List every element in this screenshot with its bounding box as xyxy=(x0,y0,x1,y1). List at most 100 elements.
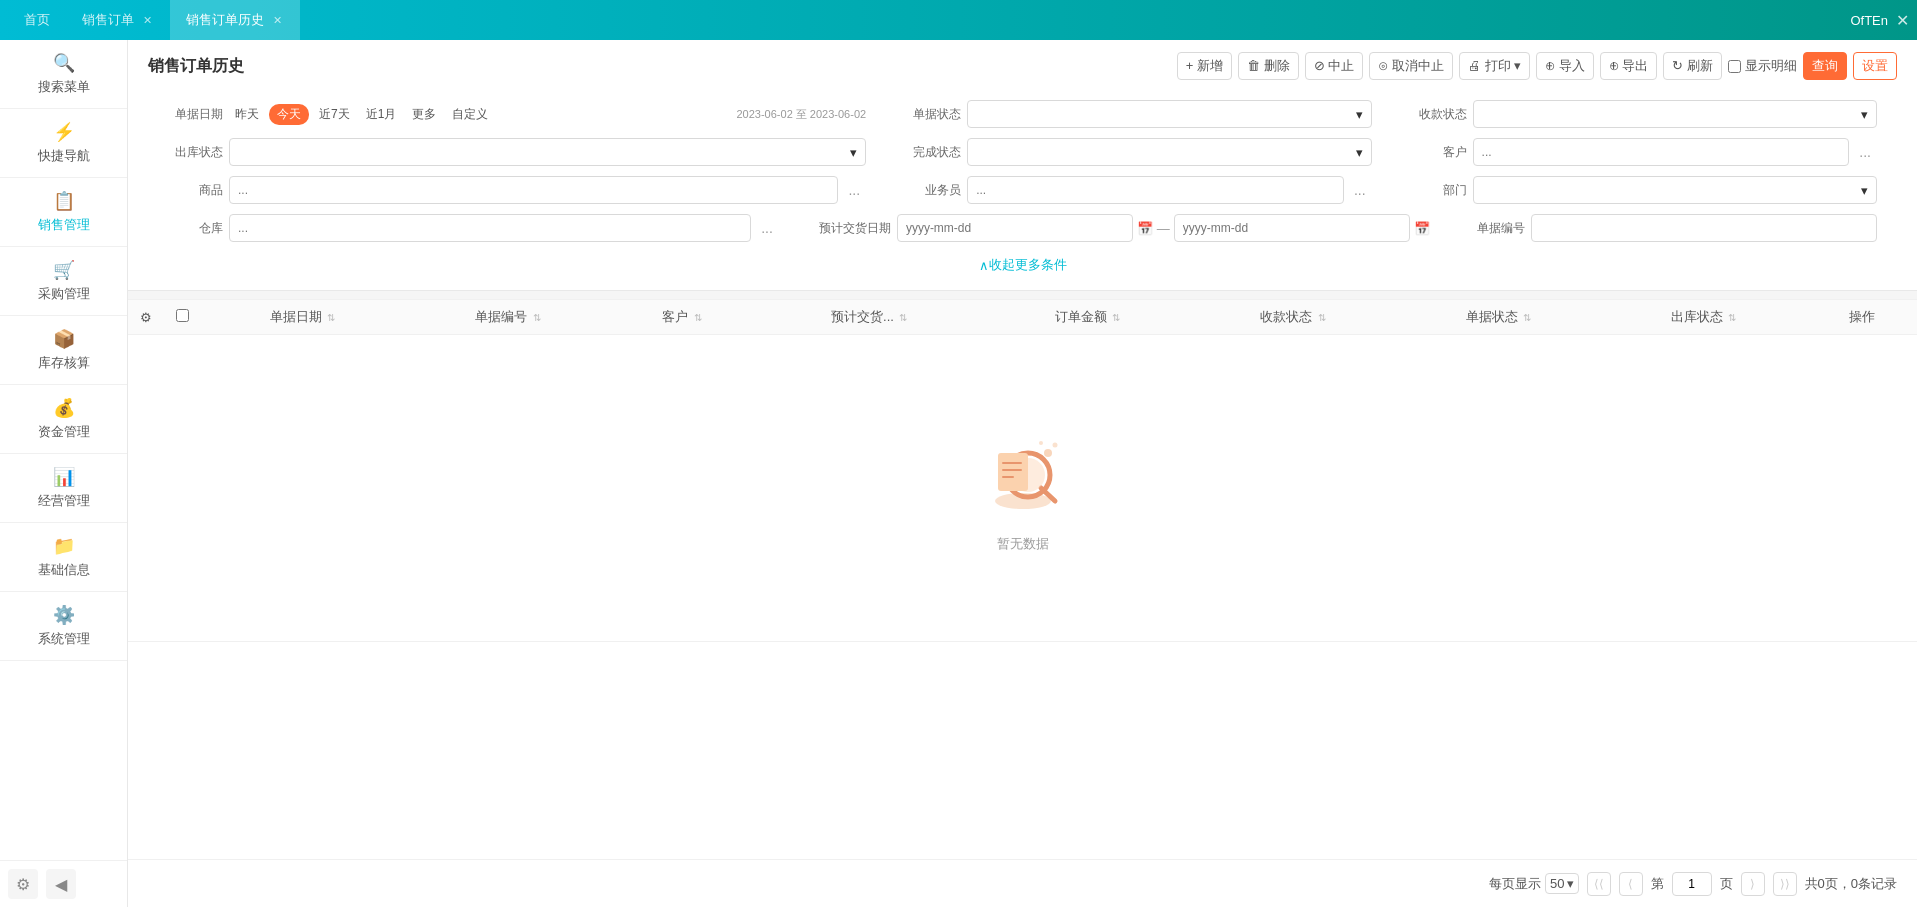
table-container: ⚙ 单据日期 ⇅ 单据编号 ⇅ xyxy=(128,299,1917,859)
col-customer[interactable]: 客户 ⇅ xyxy=(611,300,754,335)
order-status-label: 单据状态 xyxy=(906,106,961,123)
sidebar-item-basic-info[interactable]: 📁 基础信息 xyxy=(0,523,127,592)
export-button[interactable]: ⊕ 导出 xyxy=(1600,52,1658,80)
date-filter-label: 单据日期 xyxy=(168,106,223,123)
sidebar-item-quick-nav[interactable]: ⚡ 快捷导航 xyxy=(0,109,127,178)
payment-status-select[interactable]: ▾ xyxy=(1473,100,1877,128)
show-detail-label[interactable]: 显示明细 xyxy=(1728,57,1797,75)
order-status-select[interactable]: ▾ xyxy=(967,100,1371,128)
tab-sales-order-history-label: 销售订单历史 xyxy=(186,11,264,29)
col-actions-label: 操作 xyxy=(1849,309,1875,324)
customer-ellipsis[interactable]: ... xyxy=(1853,144,1877,160)
delivery-end-date[interactable] xyxy=(1174,214,1410,242)
pagination-bar: 每页显示 50 ▾ ⟨⟨ ⟨ 第 页 ⟩ ⟩⟩ 共0页，0条记录 xyxy=(128,859,1917,907)
import-button[interactable]: ⊕ 导入 xyxy=(1536,52,1594,80)
table-settings-col[interactable]: ⚙ xyxy=(128,300,164,335)
department-select[interactable]: ▾ xyxy=(1473,176,1877,204)
page-title-row: 销售订单历史 + 新增 🗑 删除 ⊘ 中止 ⊙ 取消中止 🖨 xyxy=(148,52,1897,80)
tab-home[interactable]: 首页 xyxy=(8,0,66,40)
product-input[interactable] xyxy=(229,176,838,204)
delete-button-label: 🗑 删除 xyxy=(1247,57,1290,75)
pager-prev-btn[interactable]: ⟨ xyxy=(1619,872,1643,896)
tab-sales-order[interactable]: 销售订单 ✕ xyxy=(66,0,170,40)
tabs-area: 首页 销售订单 ✕ 销售订单历史 ✕ xyxy=(8,0,300,40)
filter-order-number: 单据编号 xyxy=(1470,214,1877,242)
salesperson-ellipsis[interactable]: ... xyxy=(1348,182,1372,198)
sidebar-item-purchase-mgmt[interactable]: 🛒 采购管理 xyxy=(0,247,127,316)
order-number-input[interactable] xyxy=(1531,214,1877,242)
table-checkbox-col[interactable] xyxy=(164,300,200,335)
tab-sales-order-label: 销售订单 xyxy=(82,11,134,29)
print-button[interactable]: 🖨 打印 ▾ xyxy=(1459,52,1530,80)
sidebar-settings-btn[interactable]: ⚙ xyxy=(8,869,38,899)
sidebar-item-finance[interactable]: 💰 资金管理 xyxy=(0,385,127,454)
finance-icon: 💰 xyxy=(53,397,75,419)
sidebar-item-sys-mgmt[interactable]: ⚙️ 系统管理 xyxy=(0,592,127,661)
page-number-input[interactable] xyxy=(1672,872,1712,896)
sidebar-item-search-menu[interactable]: 🔍 搜索菜单 xyxy=(0,40,127,109)
calendar-end-icon[interactable]: 📅 xyxy=(1414,221,1430,236)
delivery-status-label: 出库状态 xyxy=(168,144,223,161)
select-all-checkbox[interactable] xyxy=(176,309,189,322)
collapse-row[interactable]: ∧ 收起更多条件 xyxy=(168,252,1877,278)
settings-button[interactable]: 设置 xyxy=(1853,52,1897,80)
table-settings-icon[interactable]: ⚙ xyxy=(140,310,152,325)
date-btn-7days[interactable]: 近7天 xyxy=(313,104,356,125)
cancel-stop-button-label: ⊙ 取消中止 xyxy=(1378,57,1444,75)
sidebar-item-sales-mgmt[interactable]: 📋 销售管理 xyxy=(0,178,127,247)
page-size-label: 每页显示 xyxy=(1489,875,1541,893)
tab-sales-order-history[interactable]: 销售订单历史 ✕ xyxy=(170,0,300,40)
product-control: ... xyxy=(229,176,866,204)
tab-sales-order-close[interactable]: ✕ xyxy=(140,13,154,27)
product-ellipsis[interactable]: ... xyxy=(842,182,866,198)
window-close-btn[interactable]: ✕ xyxy=(1896,11,1909,30)
department-control: ▾ xyxy=(1473,176,1877,204)
col-delivery-status[interactable]: 出库状态 ⇅ xyxy=(1601,300,1806,335)
pager-next-btn[interactable]: ⟩ xyxy=(1741,872,1765,896)
date-btn-more[interactable]: 更多 xyxy=(406,104,442,125)
col-payment-status[interactable]: 收款状态 ⇅ xyxy=(1190,300,1395,335)
page-header: 销售订单历史 + 新增 🗑 删除 ⊘ 中止 ⊙ 取消中止 🖨 xyxy=(128,40,1917,291)
show-detail-checkbox[interactable] xyxy=(1728,60,1741,73)
sidebar-item-basic-info-label: 基础信息 xyxy=(38,561,90,579)
col-order-number[interactable]: 单据编号 ⇅ xyxy=(405,300,610,335)
calendar-start-icon[interactable]: 📅 xyxy=(1137,221,1153,236)
col-expected-delivery[interactable]: 预计交货... ⇅ xyxy=(753,300,984,335)
query-button[interactable]: 查询 xyxy=(1803,52,1847,80)
date-btn-yesterday[interactable]: 昨天 xyxy=(229,104,265,125)
salesperson-input[interactable] xyxy=(967,176,1344,204)
filter-payment-status: 收款状态 ▾ xyxy=(1412,100,1877,128)
filter-date: 单据日期 昨天 今天 近7天 近1月 更多 自定义 2023-06-02 至 2… xyxy=(168,104,866,125)
delivery-status-select[interactable]: ▾ xyxy=(229,138,866,166)
date-range-text: 2023-06-02 至 2023-06-02 xyxy=(736,107,866,122)
filter-warehouse: 仓库 ... xyxy=(168,214,779,242)
col-order-status[interactable]: 单据状态 ⇅ xyxy=(1396,300,1601,335)
cancel-stop-button[interactable]: ⊙ 取消中止 xyxy=(1369,52,1453,80)
stop-button[interactable]: ⊘ 中止 xyxy=(1305,52,1364,80)
refresh-button[interactable]: ↻ 刷新 xyxy=(1663,52,1722,80)
col-order-status-label: 单据状态 xyxy=(1466,309,1518,324)
new-button[interactable]: + 新增 xyxy=(1177,52,1232,80)
delivery-start-date[interactable] xyxy=(897,214,1133,242)
completion-status-label: 完成状态 xyxy=(906,144,961,161)
pager-last-btn[interactable]: ⟩⟩ xyxy=(1773,872,1797,896)
sidebar-item-inventory-label: 库存核算 xyxy=(38,354,90,372)
completion-status-select[interactable]: ▾ xyxy=(967,138,1371,166)
customer-input[interactable] xyxy=(1473,138,1850,166)
delete-button[interactable]: 🗑 删除 xyxy=(1238,52,1299,80)
date-btn-1month[interactable]: 近1月 xyxy=(360,104,403,125)
sidebar-collapse-btn[interactable]: ◀ xyxy=(46,869,76,899)
warehouse-ellipsis[interactable]: ... xyxy=(755,220,779,236)
warehouse-input[interactable] xyxy=(229,214,751,242)
col-order-amount[interactable]: 订单金额 ⇅ xyxy=(985,300,1190,335)
page-size-box[interactable]: 50 ▾ xyxy=(1545,873,1578,894)
tab-sales-order-history-close[interactable]: ✕ xyxy=(270,13,284,27)
pager-first-btn[interactable]: ⟨⟨ xyxy=(1587,872,1611,896)
col-order-date[interactable]: 单据日期 ⇅ xyxy=(200,300,405,335)
sidebar-item-inventory[interactable]: 📦 库存核算 xyxy=(0,316,127,385)
sidebar-item-operations[interactable]: 📊 经营管理 xyxy=(0,454,127,523)
stop-button-label: ⊘ 中止 xyxy=(1314,57,1355,75)
date-btn-custom[interactable]: 自定义 xyxy=(446,104,494,125)
col-order-status-sort-icon: ⇅ xyxy=(1523,312,1531,323)
date-btn-today[interactable]: 今天 xyxy=(269,104,309,125)
